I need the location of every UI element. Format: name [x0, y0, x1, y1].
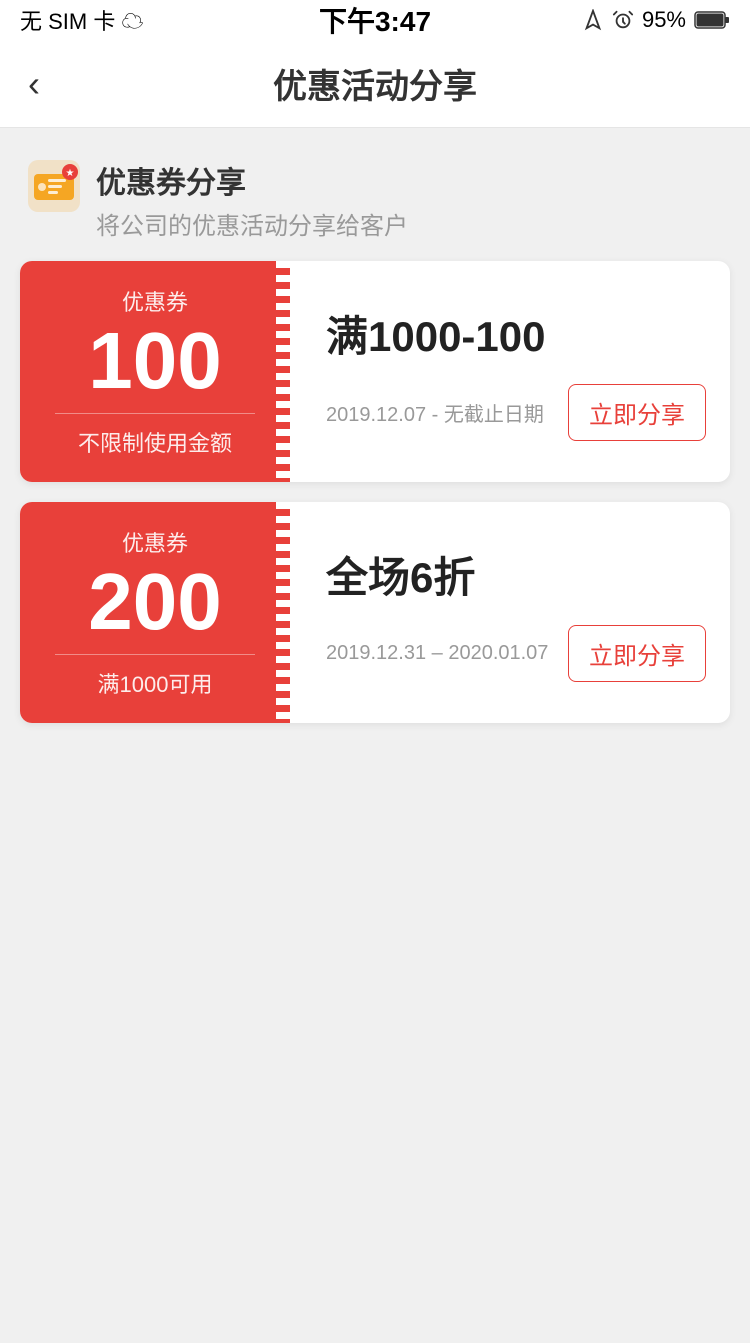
coupon-left-2: 优惠券 200 满1000可用: [20, 502, 290, 723]
nav-title: 优惠活动分享: [273, 59, 477, 108]
coupon-bottom-row-1: 2019.12.07 - 无截止日期 立即分享: [326, 384, 706, 441]
section-header: ★ 优惠券分享 将公司的优惠活动分享给客户: [0, 128, 750, 261]
share-button-2[interactable]: 立即分享: [568, 625, 706, 682]
coupon-divider-1: [55, 413, 255, 414]
coupon-name-1: 满1000-100: [326, 303, 706, 364]
coupon-amount-1: 100: [88, 321, 221, 401]
alarm-icon: [612, 9, 634, 31]
nav-bar: ‹ 优惠活动分享: [0, 40, 750, 128]
status-bar: 无 SIM 卡 ☁ 下午3:47 95%: [0, 0, 750, 40]
battery-icon: [694, 10, 730, 30]
coupon-label-1: 优惠券: [122, 285, 188, 317]
coupon-section-icon: ★: [28, 160, 80, 212]
sim-label: 无 SIM 卡 ☁: [20, 4, 143, 36]
battery-label: 95%: [642, 7, 686, 33]
coupon-condition-1: 不限制使用金额: [78, 426, 232, 458]
coupon-name-2: 全场6折: [326, 544, 706, 605]
section-title: 优惠券分享: [96, 158, 408, 202]
section-text-group: 优惠券分享 将公司的优惠活动分享给客户: [96, 158, 408, 241]
share-button-1[interactable]: 立即分享: [568, 384, 706, 441]
svg-text:★: ★: [66, 168, 75, 179]
coupon-amount-2: 200: [88, 562, 221, 642]
coupon-right-1: 满1000-100 2019.12.07 - 无截止日期 立即分享: [290, 261, 730, 482]
coupon-label-2: 优惠券: [122, 526, 188, 558]
coupon-divider-2: [55, 654, 255, 655]
status-left: 无 SIM 卡 ☁: [20, 4, 143, 36]
coupon-left-1: 优惠券 100 不限制使用金额: [20, 261, 290, 482]
coupon-right-2: 全场6折 2019.12.31 – 2020.01.07 立即分享: [290, 502, 730, 723]
coupon-list: 优惠券 100 不限制使用金额 满1000-100 2019.12.07 - 无…: [0, 261, 750, 783]
location-icon: [582, 9, 604, 31]
coupon-date-1: 2019.12.07 - 无截止日期: [326, 398, 558, 427]
coupon-date-2: 2019.12.31 – 2020.01.07: [326, 642, 558, 665]
coupon-card-1: 优惠券 100 不限制使用金额 满1000-100 2019.12.07 - 无…: [20, 261, 730, 482]
coupon-condition-2: 满1000可用: [98, 667, 213, 699]
coupon-bottom-row-2: 2019.12.31 – 2020.01.07 立即分享: [326, 625, 706, 682]
status-time: 下午3:47: [319, 0, 431, 40]
section-subtitle: 将公司的优惠活动分享给客户: [96, 206, 408, 241]
back-button[interactable]: ‹: [28, 63, 40, 105]
coupon-card-2: 优惠券 200 满1000可用 全场6折 2019.12.31 – 2020.0…: [20, 502, 730, 723]
status-right: 95%: [582, 7, 730, 33]
bottom-area: [0, 783, 750, 1343]
